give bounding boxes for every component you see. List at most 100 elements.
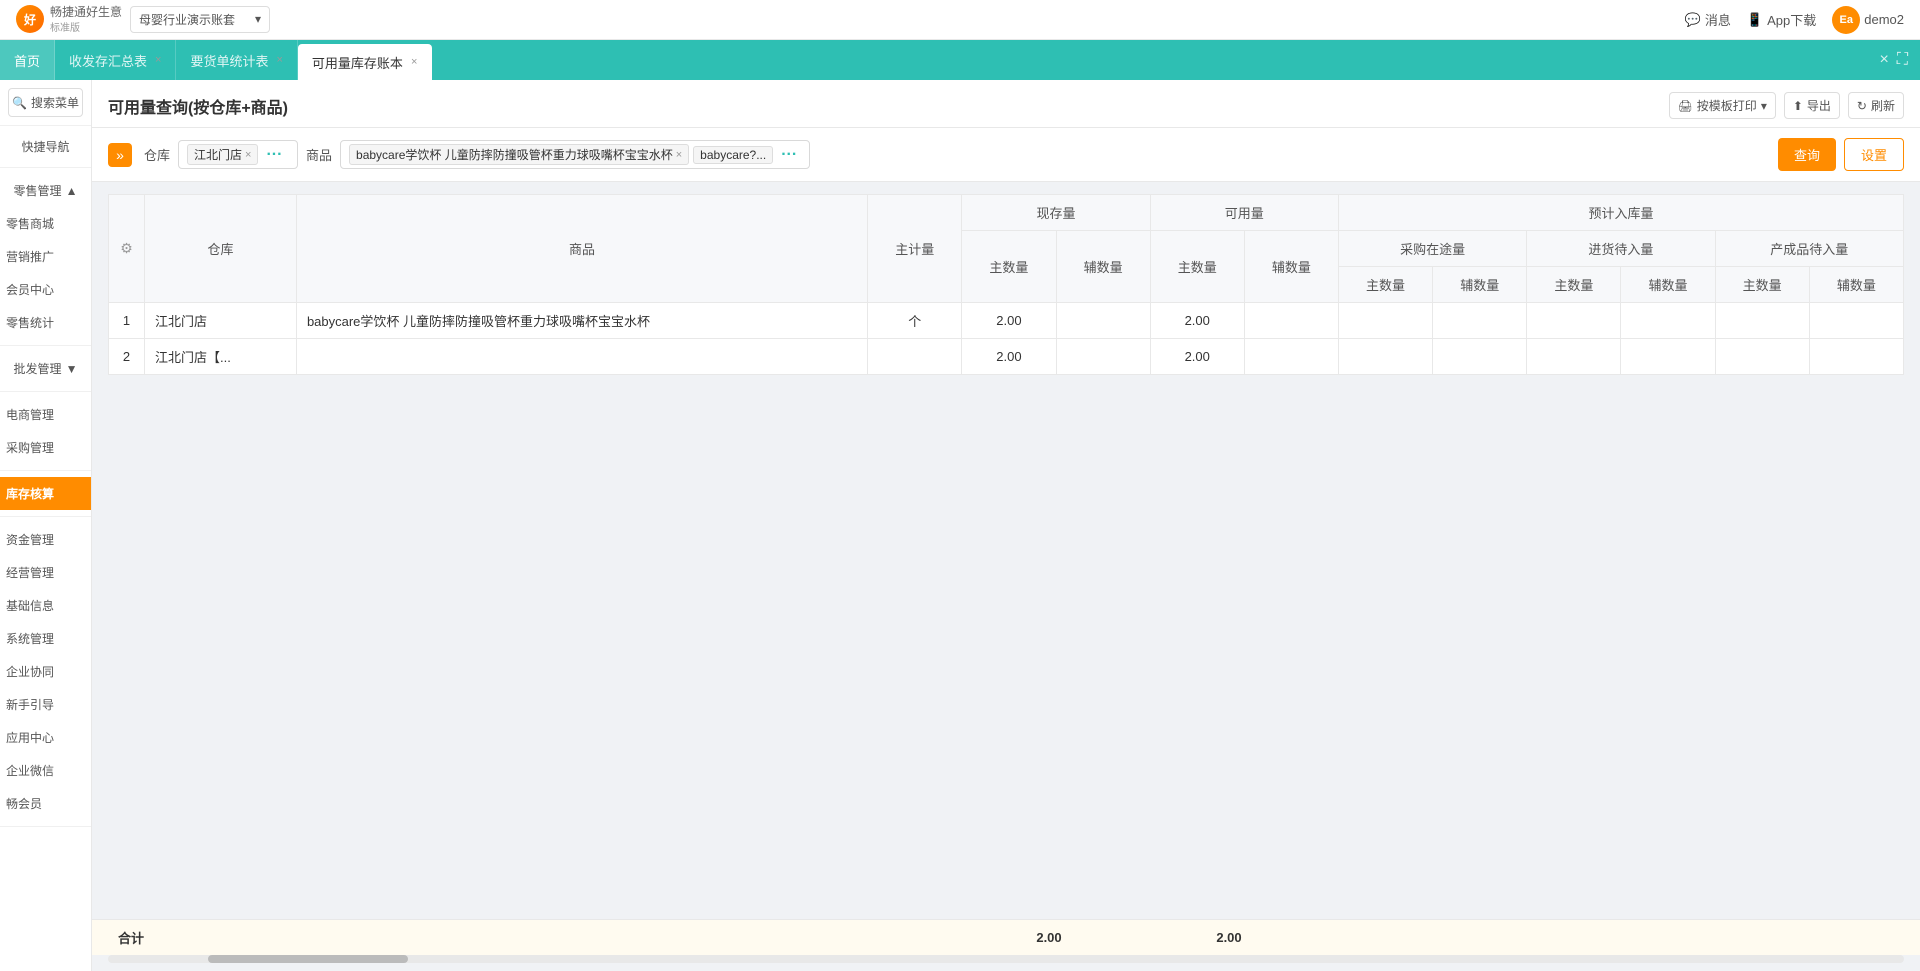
main-layout: 🔍 搜索菜单 快捷导航 零售管理 ▲ 零售商城 营销推广 会员中心 零售统计 xyxy=(0,80,1920,971)
chevron-down-icon: ▾ xyxy=(255,12,261,26)
sidebar-label-finance-mgmt: 资金管理 xyxy=(6,531,54,548)
sidebar-section-wholesale: 批发管理 ▼ xyxy=(0,346,91,392)
stock-main-header: 主数量 xyxy=(962,231,1056,303)
chevron-icon: ▲ xyxy=(66,184,78,198)
tab-available-inventory[interactable]: 可用量库存账本 × xyxy=(298,44,432,80)
table-row: 2 江北门店【... 2.00 2.00 xyxy=(109,339,1904,375)
filter-expand-btn[interactable]: » xyxy=(108,143,132,167)
warehouse-tag-label: 江北门店 xyxy=(194,146,242,163)
app-download-btn[interactable]: 📱 App下载 xyxy=(1747,10,1816,29)
product-tag-label2: babycare?... xyxy=(700,148,766,162)
sidebar-item-enterprise-wechat[interactable]: 企业微信 xyxy=(0,754,91,787)
remove-product-tag-icon[interactable]: × xyxy=(676,149,682,161)
tab-home[interactable]: 首页 xyxy=(0,40,55,80)
row-stock-main: 2.00 xyxy=(962,303,1056,339)
available-main-header: 主数量 xyxy=(1150,231,1244,303)
row-production-aux xyxy=(1809,303,1903,339)
product-tag-babycare2[interactable]: babycare?... xyxy=(693,146,773,164)
sidebar-item-basic-info[interactable]: 基础信息 xyxy=(0,589,91,622)
print-chevron-icon: ▾ xyxy=(1761,99,1767,113)
close-all-tabs-btn[interactable]: × xyxy=(1879,51,1888,69)
tab-receive[interactable]: 收发存汇总表 × xyxy=(55,40,176,80)
export-btn[interactable]: ⬆ 导出 xyxy=(1784,92,1840,119)
production-aux-header: 辅数量 xyxy=(1809,267,1903,303)
print-btn[interactable]: 🖨 按模板打印 ▾ xyxy=(1669,92,1776,119)
horizontal-scrollbar[interactable] xyxy=(108,955,1904,963)
stock-aux-header: 辅数量 xyxy=(1056,231,1150,303)
close-receive-tab[interactable]: × xyxy=(155,54,161,66)
refresh-label: 刷新 xyxy=(1871,97,1895,114)
sidebar-label-ecommerce-mgmt: 电商管理 xyxy=(6,406,54,423)
product-tag-babycare[interactable]: babycare学饮杯 儿童防摔防撞吸管杯重力球吸嘴杯宝宝水杯 × xyxy=(349,144,689,165)
filter-actions: 查询 设置 xyxy=(1778,138,1904,171)
row-purchase-aux xyxy=(1433,339,1527,375)
sidebar-label-marketing: 营销推广 xyxy=(6,248,54,265)
query-btn[interactable]: 查询 xyxy=(1778,138,1836,171)
warehouse-tag-jiangbei[interactable]: 江北门店 × xyxy=(187,144,258,165)
sidebar-item-member-center[interactable]: 会员中心 xyxy=(0,273,91,306)
remove-warehouse-tag-icon[interactable]: × xyxy=(245,149,251,161)
tab-order-stats[interactable]: 要货单统计表 × xyxy=(176,40,297,80)
print-icon: 🖨 xyxy=(1678,99,1693,113)
sidebar-section-finance: 资金管理 经营管理 基础信息 系统管理 企业协同 新手引导 应用中心 企业微信 xyxy=(0,517,91,827)
search-menu-btn[interactable]: 🔍 搜索菜单 xyxy=(8,88,83,117)
row-purchase-aux xyxy=(1433,303,1527,339)
sidebar-label-ops-mgmt: 经营管理 xyxy=(6,564,54,581)
order-stats-tab-label: 要货单统计表 xyxy=(190,51,268,70)
print-label: 按模板打印 xyxy=(1697,97,1757,114)
close-order-stats-tab[interactable]: × xyxy=(276,54,282,66)
content-area: 可用量查询(按仓库+商品) 🖨 按模板打印 ▾ ⬆ 导出 ↻ 刷新 xyxy=(92,80,1920,971)
sidebar-item-retail-mall[interactable]: 零售商城 xyxy=(0,207,91,240)
sidebar-item-inventory-check[interactable]: 库存核算 xyxy=(0,477,91,510)
sidebar-label-purchase-mgmt: 采购管理 xyxy=(6,439,54,456)
sidebar-item-marketing[interactable]: 营销推广 xyxy=(0,240,91,273)
row-stock-aux xyxy=(1056,303,1150,339)
message-icon: 💬 xyxy=(1685,12,1701,28)
footer-total-label: 合计 xyxy=(108,928,218,947)
sidebar-item-enterprise-collab[interactable]: 企业协同 xyxy=(0,655,91,688)
sidebar-item-app-center[interactable]: 应用中心 xyxy=(0,721,91,754)
sidebar-item-vip-member[interactable]: 畅会员 xyxy=(0,787,91,820)
sidebar-item-ecommerce-mgmt[interactable]: 电商管理 xyxy=(0,398,91,431)
export-icon: ⬆ xyxy=(1793,99,1803,113)
sidebar-item-purchase-mgmt[interactable]: 采购管理 xyxy=(0,431,91,464)
sidebar-item-wholesale-mgmt[interactable]: 批发管理 ▼ xyxy=(0,352,91,385)
refresh-btn[interactable]: ↻ 刷新 xyxy=(1848,92,1904,119)
sidebar-item-quick-nav[interactable]: 快捷导航 xyxy=(0,132,91,161)
table-settings-icon[interactable]: ⚙ xyxy=(120,240,133,256)
close-available-inventory-tab[interactable]: × xyxy=(411,56,417,68)
scrollbar-thumb[interactable] xyxy=(208,955,408,963)
sidebar-item-system-mgmt[interactable]: 系统管理 xyxy=(0,622,91,655)
sidebar-item-ops-mgmt[interactable]: 经营管理 xyxy=(0,556,91,589)
maximize-btn[interactable]: ⛶ xyxy=(1897,51,1908,69)
row-warehouse: 江北门店 xyxy=(145,303,297,339)
page-actions: 🖨 按模板打印 ▾ ⬆ 导出 ↻ 刷新 xyxy=(1669,92,1904,119)
user-area[interactable]: Ea demo2 xyxy=(1832,6,1904,34)
user-name: demo2 xyxy=(1864,12,1904,27)
receive-tab-label: 收发存汇总表 xyxy=(69,51,147,70)
template-selector[interactable]: 母婴行业演示账套 ▾ xyxy=(130,6,270,33)
warehouse-filter-container[interactable]: 江北门店 × ··· xyxy=(178,140,298,169)
sidebar-item-finance-mgmt[interactable]: 资金管理 xyxy=(0,523,91,556)
tab-controls: × ⛶ xyxy=(1867,40,1920,80)
filter-area: » 仓库 江北门店 × ··· 商品 babycare学饮杯 儿童防摔防撞吸管杯… xyxy=(92,128,1920,182)
messages-btn[interactable]: 💬 消息 xyxy=(1685,10,1731,29)
product-filter-container[interactable]: babycare学饮杯 儿童防摔防撞吸管杯重力球吸嘴杯宝宝水杯 × babyca… xyxy=(340,140,810,169)
row-available-aux xyxy=(1244,303,1338,339)
logo-area: 好 畅捷通好生意 标准版 xyxy=(16,5,122,34)
filter-row: 仓库 江北门店 × ··· 商品 babycare学饮杯 儿童防摔防撞吸管杯重力… xyxy=(144,140,1766,169)
more-product-icon[interactable]: ··· xyxy=(777,146,801,164)
setting-btn[interactable]: 设置 xyxy=(1844,138,1904,171)
sidebar-item-retail-mgmt[interactable]: 零售管理 ▲ xyxy=(0,174,91,207)
sidebar-label-enterprise-collab: 企业协同 xyxy=(6,663,54,680)
more-warehouse-icon[interactable]: ··· xyxy=(262,146,286,164)
row-production-main xyxy=(1715,303,1809,339)
sidebar-item-retail-stats[interactable]: 零售统计 xyxy=(0,306,91,339)
sidebar-label-vip-member: 畅会员 xyxy=(6,795,42,812)
table-body: 1 江北门店 babycare学饮杯 儿童防摔防撞吸管杯重力球吸嘴杯宝宝水杯 个… xyxy=(109,303,1904,375)
footer-values: 2.00 2.00 xyxy=(218,930,1904,945)
table-header-row-1: ⚙ 仓库 商品 主计量 现存量 xyxy=(109,195,1904,231)
row-purchase-main xyxy=(1338,339,1432,375)
sidebar-label-app-center: 应用中心 xyxy=(6,729,54,746)
sidebar-item-new-guide[interactable]: 新手引导 xyxy=(0,688,91,721)
